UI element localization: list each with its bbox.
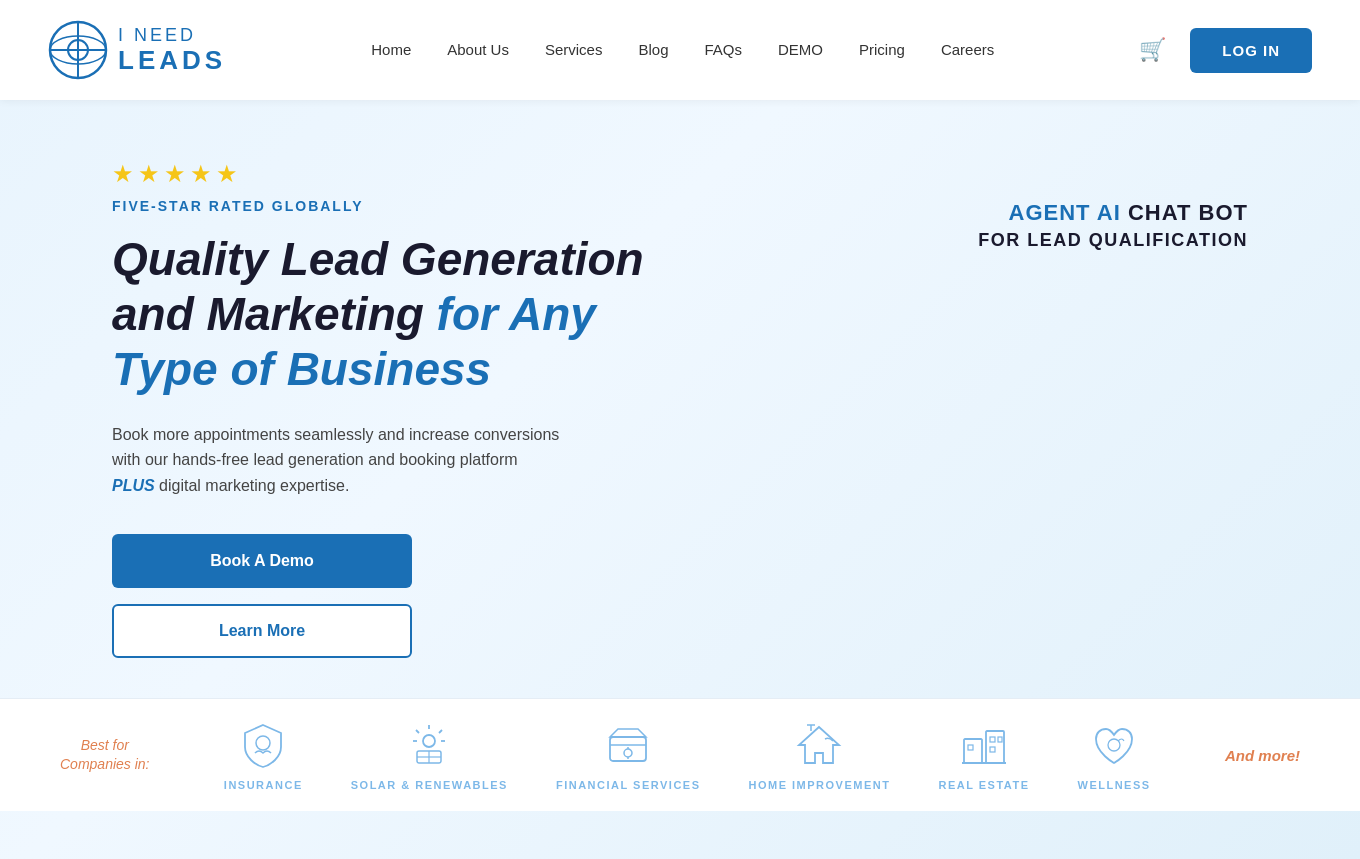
star-1: ★ [112,160,134,188]
nav-item-careers[interactable]: Careers [941,41,994,59]
hero-title: Quality Lead Generationand Marketing for… [112,232,644,398]
solar-label: SOLAR & RENEWABLES [351,779,508,791]
hero-description: Book more appointments seamlessly and in… [112,422,644,499]
best-for-line1: Best for [81,737,129,753]
svg-rect-21 [964,739,982,763]
industry-home: HOME IMPROVEMENT [749,719,891,791]
nav-item-services[interactable]: Services [545,41,603,59]
nav-item-pricing[interactable]: Pricing [859,41,905,59]
nav-links: Home About Us Services Blog FAQs DEMO Pr… [371,41,994,59]
realestate-label: REAL ESTATE [938,779,1029,791]
insurance-label: INSURANCE [224,779,303,791]
industry-financial: FINANCIAL SERVICES [556,719,701,791]
svg-line-10 [416,730,419,733]
hero-left: ★ ★ ★ ★ ★ FIVE-STAR RATED GLOBALLY Quali… [112,160,644,658]
financial-label: FINANCIAL SERVICES [556,779,701,791]
agent-ai-label: AGENT AI [1009,200,1121,225]
svg-point-5 [256,736,270,750]
lead-qualification-label: FOR LEAD QUALIFICATION [978,230,1248,251]
learn-more-button[interactable]: Learn More [112,604,412,658]
hero-section: ★ ★ ★ ★ ★ FIVE-STAR RATED GLOBALLY Quali… [0,100,1360,698]
best-for-line2: Companies in: [60,756,150,772]
home-icon [793,719,845,771]
financial-icon [602,719,654,771]
svg-point-16 [624,749,632,757]
svg-rect-27 [998,737,1002,742]
navbar: I NEED LEADS Home About Us Services Blog… [0,0,1360,100]
industry-items: INSURANCE SOLAR & RENEWABLES [224,719,1151,791]
nav-item-home[interactable]: Home [371,41,411,59]
star-4: ★ [190,160,212,188]
nav-right: 🛒 LOG IN [1139,28,1312,73]
hero-desc-2: digital marketing expertise. [155,477,350,494]
best-for-label: Best for Companies in: [60,736,150,775]
bottom-strip: Best for Companies in: INSURANCE [0,698,1360,811]
industry-realestate: REAL ESTATE [938,719,1029,791]
svg-point-6 [423,735,435,747]
book-demo-button[interactable]: Book A Demo [112,534,412,588]
star-3: ★ [164,160,186,188]
agent-ai-title: AGENT AI CHAT BOT [978,200,1248,226]
hero-right: AGENT AI CHAT BOT FOR LEAD QUALIFICATION [978,160,1248,251]
svg-rect-25 [990,737,995,742]
insurance-icon [237,719,289,771]
hero-buttons: Book A Demo Learn More [112,534,412,658]
svg-rect-26 [990,747,995,752]
logo[interactable]: I NEED LEADS [48,20,226,80]
star-5: ★ [216,160,238,188]
industry-solar: SOLAR & RENEWABLES [351,719,508,791]
nav-item-blog[interactable]: Blog [638,41,668,59]
nav-item-demo[interactable]: DEMO [778,41,823,59]
wellness-label: WELLNESS [1078,779,1151,791]
nav-item-faqs[interactable]: FAQs [705,41,743,59]
svg-line-8 [439,730,442,733]
realestate-icon [958,719,1010,771]
and-more-label: And more! [1225,747,1300,764]
industry-wellness: WELLNESS [1078,719,1151,791]
industry-insurance: INSURANCE [224,719,303,791]
login-button[interactable]: LOG IN [1190,28,1312,73]
cart-icon[interactable]: 🛒 [1139,37,1166,63]
svg-rect-24 [968,745,973,750]
chat-bot-label: CHAT BOT [1128,200,1248,225]
plus-label: PLUS [112,477,155,494]
nav-item-about[interactable]: About Us [447,41,509,59]
logo-text: I NEED LEADS [118,26,226,74]
agent-ai-box: AGENT AI CHAT BOT FOR LEAD QUALIFICATION [978,200,1248,251]
star-rating: ★ ★ ★ ★ ★ [112,160,644,188]
solar-icon [403,719,455,771]
five-star-label: FIVE-STAR RATED GLOBALLY [112,198,644,214]
home-label: HOME IMPROVEMENT [749,779,891,791]
wellness-icon [1088,719,1140,771]
logo-icon [48,20,108,80]
star-2: ★ [138,160,160,188]
